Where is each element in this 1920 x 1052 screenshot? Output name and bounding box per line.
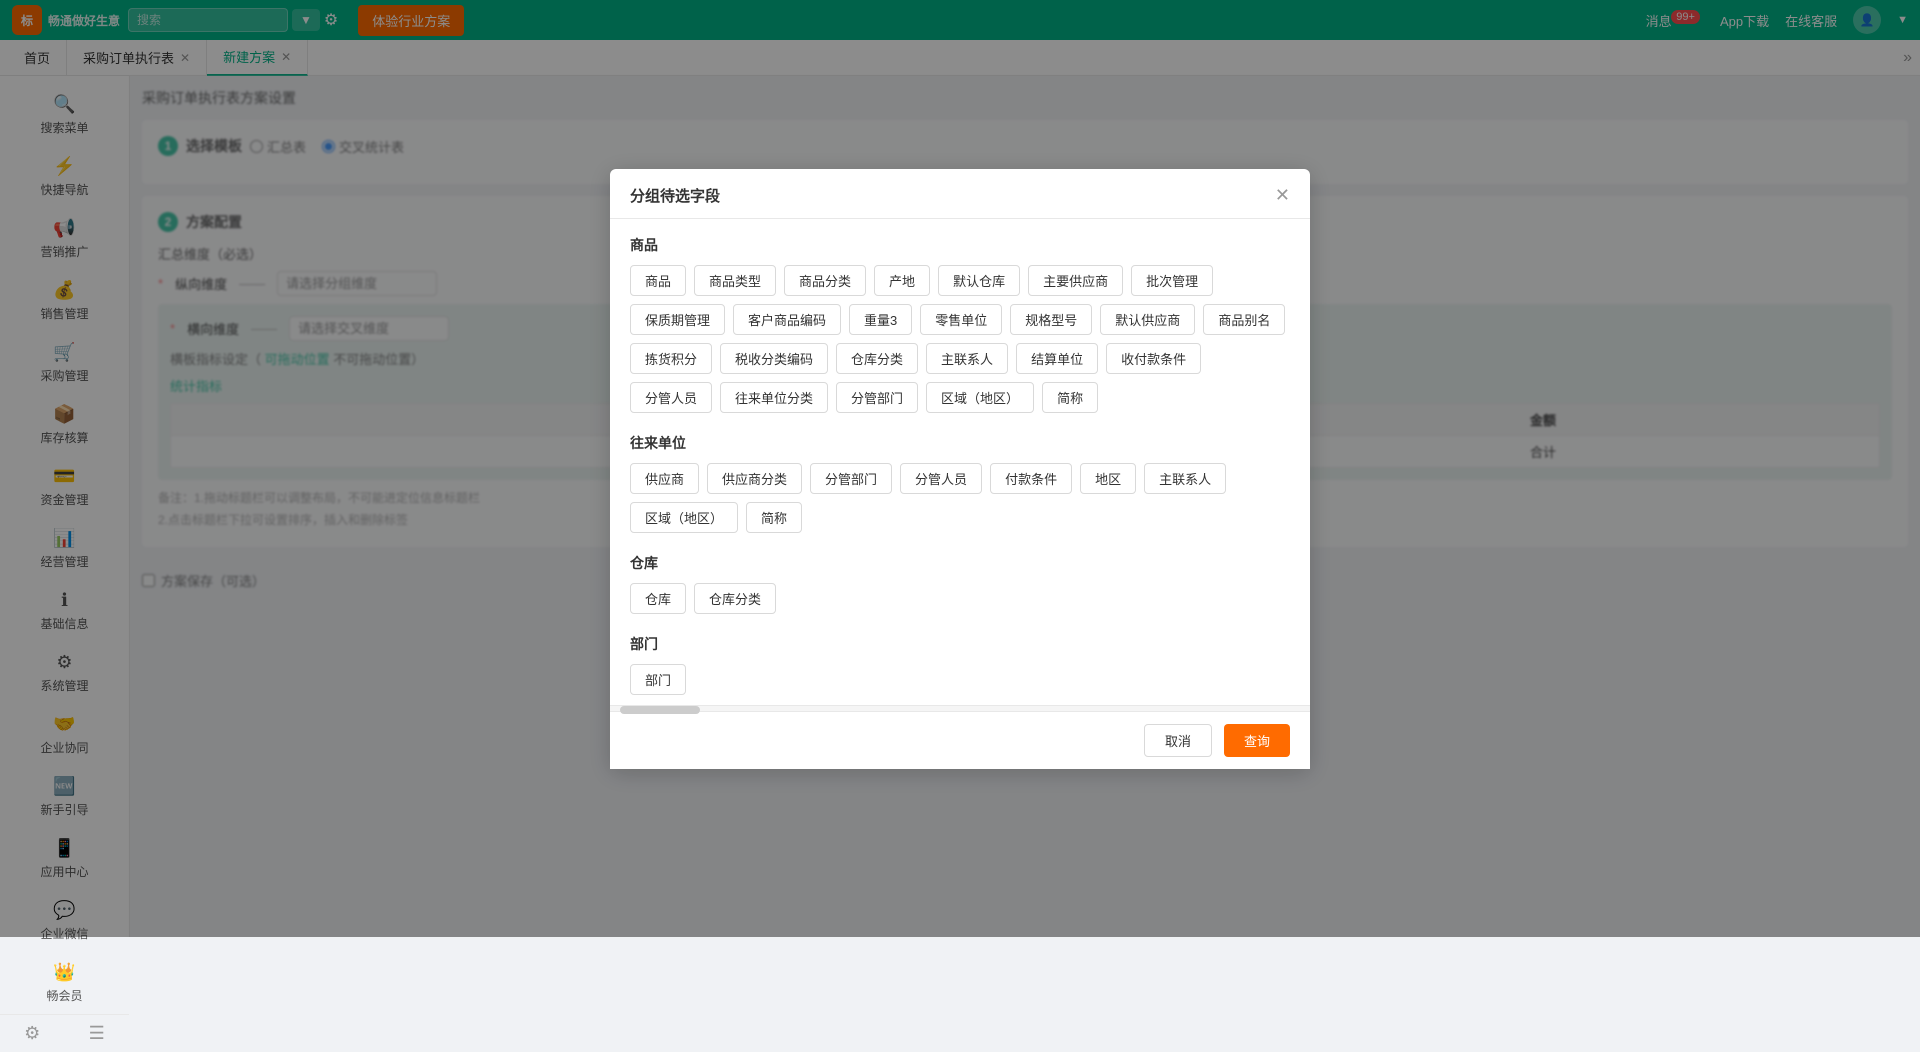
field-tag-partner-payment[interactable]: 付款条件 xyxy=(990,463,1072,494)
modal-horizontal-scrollbar[interactable] xyxy=(610,705,1310,711)
field-tag-product-type[interactable]: 商品类型 xyxy=(694,265,776,296)
field-group-warehouse: 仓库 仓库 仓库分类 xyxy=(630,553,1290,614)
field-tag-supplier[interactable]: 供应商 xyxy=(630,463,699,494)
field-group-dept-title: 部门 xyxy=(630,634,1290,654)
modal-header: 分组待选字段 ✕ xyxy=(610,169,1310,219)
field-tag-customer-code[interactable]: 客户商品编码 xyxy=(733,304,841,335)
field-tag-main-contact[interactable]: 主联系人 xyxy=(926,343,1008,374)
field-tag-spec[interactable]: 规格型号 xyxy=(1010,304,1092,335)
field-tag-shelf-life[interactable]: 保质期管理 xyxy=(630,304,725,335)
modal-close-btn[interactable]: ✕ xyxy=(1275,185,1290,206)
sidebar-bottom: ⚙ ☰ xyxy=(0,1014,129,1052)
field-tag-partner-category[interactable]: 往来单位分类 xyxy=(720,382,828,413)
field-select-modal: 分组待选字段 ✕ 商品 商品 商品类型 商品分类 产地 默认仓库 主要供应商 批… xyxy=(610,169,1310,769)
field-tag-warehouse-cat[interactable]: 仓库分类 xyxy=(694,583,776,614)
field-tag-area[interactable]: 地区 xyxy=(1080,463,1136,494)
field-tag-partner-region[interactable]: 区域（地区） xyxy=(630,502,738,533)
field-group-dept: 部门 部门 xyxy=(630,634,1290,695)
field-tag-main-supplier[interactable]: 主要供应商 xyxy=(1028,265,1123,296)
vip-icon: 👑 xyxy=(53,962,75,983)
field-group-product-title: 商品 xyxy=(630,235,1290,255)
field-group-partner-title: 往来单位 xyxy=(630,433,1290,453)
field-tag-manage-dept[interactable]: 分管部门 xyxy=(836,382,918,413)
sidebar-settings-btn[interactable]: ⚙ xyxy=(24,1023,40,1044)
field-tag-warehouse[interactable]: 仓库 xyxy=(630,583,686,614)
field-tag-default-supplier[interactable]: 默认供应商 xyxy=(1100,304,1195,335)
product-field-tags: 商品 商品类型 商品分类 产地 默认仓库 主要供应商 批次管理 保质期管理 客户… xyxy=(630,265,1290,413)
field-tag-settlement-unit[interactable]: 结算单位 xyxy=(1016,343,1098,374)
field-tag-weight[interactable]: 重量3 xyxy=(849,304,912,335)
field-tag-pick-points[interactable]: 拣货积分 xyxy=(630,343,712,374)
field-tag-manager[interactable]: 分管人员 xyxy=(630,382,712,413)
field-tag-warehouse-category[interactable]: 仓库分类 xyxy=(836,343,918,374)
field-tag-dept[interactable]: 部门 xyxy=(630,664,686,695)
field-tag-tax-code[interactable]: 税收分类编码 xyxy=(720,343,828,374)
sidebar-item-vip[interactable]: 👑 畅会员 xyxy=(0,952,129,1014)
sidebar-item-vip-label: 畅会员 xyxy=(46,987,82,1004)
field-tag-payment-terms[interactable]: 收付款条件 xyxy=(1106,343,1201,374)
field-tag-partner-manage-dept[interactable]: 分管部门 xyxy=(810,463,892,494)
field-tag-short-name-product[interactable]: 简称 xyxy=(1042,382,1098,413)
field-tag-default-warehouse[interactable]: 默认仓库 xyxy=(938,265,1020,296)
field-tag-retail-unit[interactable]: 零售单位 xyxy=(920,304,1002,335)
field-tag-region-product[interactable]: 区域（地区） xyxy=(926,382,1034,413)
field-tag-partner-manager[interactable]: 分管人员 xyxy=(900,463,982,494)
field-group-warehouse-title: 仓库 xyxy=(630,553,1290,573)
field-tag-product-category[interactable]: 商品分类 xyxy=(784,265,866,296)
field-tag-supplier-category[interactable]: 供应商分类 xyxy=(707,463,802,494)
field-group-partner: 往来单位 供应商 供应商分类 分管部门 分管人员 付款条件 地区 主联系人 区域… xyxy=(630,433,1290,533)
field-tag-partner-contact[interactable]: 主联系人 xyxy=(1144,463,1226,494)
modal-footer: 取消 查询 xyxy=(610,711,1310,769)
field-tag-product-alias[interactable]: 商品别名 xyxy=(1203,304,1285,335)
modal-overlay: 分组待选字段 ✕ 商品 商品 商品类型 商品分类 产地 默认仓库 主要供应商 批… xyxy=(0,0,1920,937)
partner-field-tags: 供应商 供应商分类 分管部门 分管人员 付款条件 地区 主联系人 区域（地区） … xyxy=(630,463,1290,533)
dept-field-tags: 部门 xyxy=(630,664,1290,695)
modal-hscroll-thumb[interactable] xyxy=(620,706,700,714)
field-tag-product[interactable]: 商品 xyxy=(630,265,686,296)
modal-cancel-btn[interactable]: 取消 xyxy=(1144,724,1212,757)
sidebar-menu-btn[interactable]: ☰ xyxy=(89,1023,105,1044)
warehouse-field-tags: 仓库 仓库分类 xyxy=(630,583,1290,614)
field-tag-partner-short[interactable]: 简称 xyxy=(746,502,802,533)
field-group-product: 商品 商品 商品类型 商品分类 产地 默认仓库 主要供应商 批次管理 保质期管理… xyxy=(630,235,1290,413)
field-tag-batch-mgmt[interactable]: 批次管理 xyxy=(1131,265,1213,296)
field-tag-origin[interactable]: 产地 xyxy=(874,265,930,296)
modal-confirm-btn[interactable]: 查询 xyxy=(1224,724,1290,757)
modal-body[interactable]: 商品 商品 商品类型 商品分类 产地 默认仓库 主要供应商 批次管理 保质期管理… xyxy=(610,219,1310,705)
modal-title: 分组待选字段 xyxy=(630,185,720,206)
